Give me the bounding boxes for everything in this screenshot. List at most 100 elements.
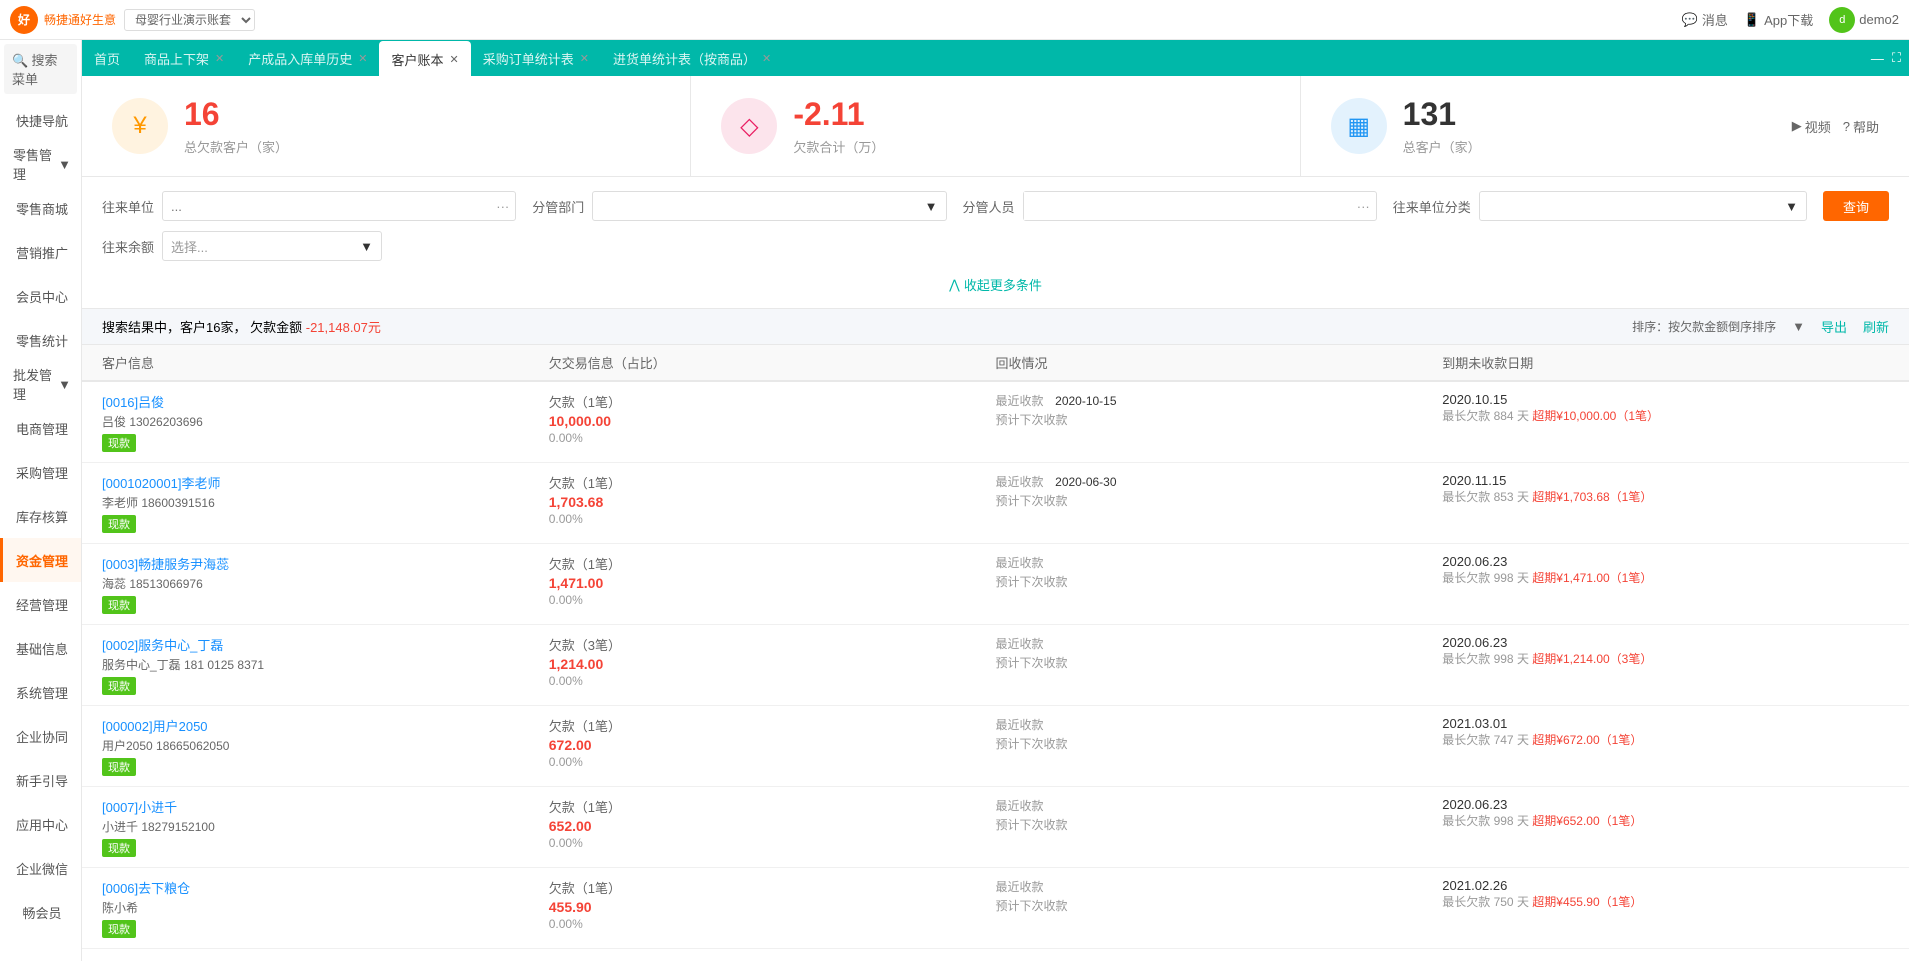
customer-tag: 现款 xyxy=(102,839,136,857)
sidebar-item-retail-stats[interactable]: 零售统计 xyxy=(0,318,81,362)
tab-purchase-summary[interactable]: 采购订单统计表 ✕ xyxy=(471,40,601,76)
customer-phone: 李老师 18600391516 xyxy=(102,494,549,511)
person-input-wrapper[interactable]: ··· xyxy=(1023,191,1377,221)
customer-name[interactable]: [0003]畅捷服务尹海蕊 xyxy=(102,554,549,573)
overdue-info: 最长欠款 853 天 超期¥1,703.68（1笔） xyxy=(1442,488,1889,505)
customer-info-cell: [0007]小进千 小进千 18279152100 现款 xyxy=(102,797,549,857)
debt-info-cell: 欠款（1笔） 1,471.00 0.00% xyxy=(549,554,996,607)
debt-amount[interactable]: 455.90 xyxy=(549,899,996,915)
sidebar-item-retail-mgmt[interactable]: 零售管理 ▼ xyxy=(0,142,81,186)
balance-select[interactable]: 选择... ▼ xyxy=(162,231,382,261)
customer-name[interactable]: [0016]吕俊 xyxy=(102,392,549,411)
industry-select[interactable]: 母婴行业演示账套 xyxy=(124,9,255,31)
overdue-info: 最长欠款 998 天 超期¥1,471.00（1笔） xyxy=(1442,569,1889,586)
export-btn[interactable]: 导出 xyxy=(1821,317,1847,336)
debt-amount[interactable]: 652.00 xyxy=(549,818,996,834)
app-download-btn[interactable]: 📱 App下载 xyxy=(1744,10,1813,29)
due-date-cell: 2020.06.23 最长欠款 998 天 超期¥1,471.00（1笔） xyxy=(1442,554,1889,586)
user-area[interactable]: d demo2 xyxy=(1829,7,1899,33)
sidebar-item-basic-info[interactable]: 基础信息 xyxy=(0,626,81,670)
refresh-btn[interactable]: 刷新 xyxy=(1863,317,1889,336)
person-input[interactable] xyxy=(1024,192,1351,220)
table-row: [000001]黄思源 黄思源 13552700226 现款 欠款（1笔） 42… xyxy=(82,949,1909,961)
message-btn[interactable]: 💬 消息 xyxy=(1682,10,1728,29)
debt-amount[interactable]: 1,471.00 xyxy=(549,575,996,591)
tab-stock-summary[interactable]: 进货单统计表（按商品） ✕ xyxy=(601,40,783,76)
sidebar-item-enterprise-coop[interactable]: 企业协同 xyxy=(0,714,81,758)
tab-close-produce[interactable]: ✕ xyxy=(358,52,367,65)
tab-close-customer[interactable]: ✕ xyxy=(450,53,459,66)
debt-count: 欠款（1笔） xyxy=(549,392,996,411)
help-btn[interactable]: ? 帮助 xyxy=(1843,117,1879,136)
maximize-icon[interactable]: ⛶ xyxy=(1892,50,1901,66)
dept-select[interactable]: ▼ xyxy=(592,191,946,221)
last-collection: 最近收款 2020-06-30 xyxy=(996,473,1443,490)
chevron-down-dept: ▼ xyxy=(925,199,938,214)
tab-close-stock[interactable]: ✕ xyxy=(762,52,771,65)
sidebar: 🔍 搜索菜单 快捷导航 零售管理 ▼ 零售商城 营销推广 会员中心 零售统计 xyxy=(0,40,82,961)
overdue-link[interactable]: 超期¥1,703.68（1笔） xyxy=(1532,490,1652,504)
customer-name[interactable]: [000002]用户2050 xyxy=(102,716,549,735)
tab-products[interactable]: 商品上下架 ✕ xyxy=(132,40,236,76)
sidebar-item-enterprise-wx[interactable]: 企业微信 xyxy=(0,846,81,890)
sidebar-item-retail-mall[interactable]: 零售商城 xyxy=(0,186,81,230)
sidebar-item-business-mgmt[interactable]: 经营管理 xyxy=(0,582,81,626)
collapse-filter-btn[interactable]: ⋀ 收起更多条件 xyxy=(102,275,1889,294)
sidebar-item-app-center[interactable]: 应用中心 xyxy=(0,802,81,846)
sidebar-item-new-guide[interactable]: 新手引导 xyxy=(0,758,81,802)
stat-card-debt-info: 16 总欠款客户（家） xyxy=(184,96,288,156)
tab-customer-account[interactable]: 客户账本 ✕ xyxy=(379,41,470,76)
debt-amount[interactable]: 1,703.68 xyxy=(549,494,996,510)
sidebar-search[interactable]: 🔍 搜索菜单 xyxy=(4,44,77,94)
customer-tag: 现款 xyxy=(102,596,136,614)
tab-close-purchase[interactable]: ✕ xyxy=(580,52,589,65)
customer-name[interactable]: [0006]去下粮仓 xyxy=(102,878,549,897)
sidebar-item-member-center[interactable]: 会员中心 xyxy=(0,274,81,318)
from-unit-input-wrapper[interactable]: ··· xyxy=(162,191,516,221)
video-btn[interactable]: ▶ 视频 xyxy=(1792,117,1831,136)
due-date: 2020.06.23 xyxy=(1442,635,1889,650)
next-collection: 预计下次收款 xyxy=(996,492,1443,509)
sidebar-item-marketing[interactable]: 营销推广 xyxy=(0,230,81,274)
customer-info-cell: [0006]去下粮仓 陈小希 现款 xyxy=(102,878,549,938)
overdue-link[interactable]: 超期¥1,214.00（3笔） xyxy=(1532,652,1652,666)
debt-amount[interactable]: 1,214.00 xyxy=(549,656,996,672)
overdue-link[interactable]: 超期¥652.00（1笔） xyxy=(1532,814,1642,828)
recovery-cell: 最近收款 预计下次收款 xyxy=(996,635,1443,671)
overdue-link[interactable]: 超期¥1,471.00（1笔） xyxy=(1532,571,1652,585)
debt-amount[interactable]: 672.00 xyxy=(549,737,996,753)
due-date-cell: 2021.03.01 最长欠款 747 天 超期¥672.00（1笔） xyxy=(1442,716,1889,748)
minimize-icon[interactable]: — xyxy=(1871,51,1884,66)
sidebar-item-free-member[interactable]: 畅会员 xyxy=(0,890,81,934)
debt-count: 欠款（1笔） xyxy=(549,716,996,735)
th-recovery: 回收情况 xyxy=(996,353,1443,372)
customer-info-cell: [000002]用户2050 用户2050 18665062050 现款 xyxy=(102,716,549,776)
customer-name[interactable]: [0002]服务中心_丁磊 xyxy=(102,635,549,654)
customer-name[interactable]: [0001020001]李老师 xyxy=(102,473,549,492)
unit-class-select[interactable]: ▼ xyxy=(1479,191,1807,221)
overdue-link[interactable]: 超期¥672.00（1笔） xyxy=(1532,733,1642,747)
sidebar-item-batch-mgmt[interactable]: 批发管理 ▼ xyxy=(0,362,81,406)
due-date: 2020.11.15 xyxy=(1442,473,1889,488)
table-body: [0016]吕俊 吕俊 13026203696 现款 欠款（1笔） 10,000… xyxy=(82,382,1909,961)
customer-phone: 小进千 18279152100 xyxy=(102,818,549,835)
debt-amount[interactable]: 10,000.00 xyxy=(549,413,996,429)
sidebar-item-system-mgmt[interactable]: 系统管理 xyxy=(0,670,81,714)
sidebar-item-quick-nav[interactable]: 快捷导航 xyxy=(0,98,81,142)
customer-name[interactable]: [0007]小进千 xyxy=(102,797,549,816)
sidebar-item-inventory[interactable]: 库存核算 xyxy=(0,494,81,538)
from-unit-input[interactable] xyxy=(163,192,490,220)
sidebar-item-ecommerce[interactable]: 电商管理 xyxy=(0,406,81,450)
overdue-link[interactable]: 超期¥455.90（1笔） xyxy=(1532,895,1642,909)
stat-icon-total: ▦ xyxy=(1331,98,1387,154)
table-row: [0002]服务中心_丁磊 服务中心_丁磊 181 0125 8371 现款 欠… xyxy=(82,625,1909,706)
dept-label: 分管部门 xyxy=(532,197,584,216)
tab-home[interactable]: 首页 xyxy=(82,40,132,76)
sidebar-item-purchase-mgmt[interactable]: 采购管理 xyxy=(0,450,81,494)
tab-produce-history[interactable]: 产成品入库单历史 ✕ xyxy=(236,40,379,76)
tab-close-products[interactable]: ✕ xyxy=(215,52,224,65)
sidebar-item-finance[interactable]: 资金管理 xyxy=(0,538,81,582)
logo-area: 好 畅捷通好生意 xyxy=(10,6,116,34)
search-button[interactable]: 查询 xyxy=(1823,191,1889,221)
overdue-link[interactable]: 超期¥10,000.00（1笔） xyxy=(1532,409,1659,423)
